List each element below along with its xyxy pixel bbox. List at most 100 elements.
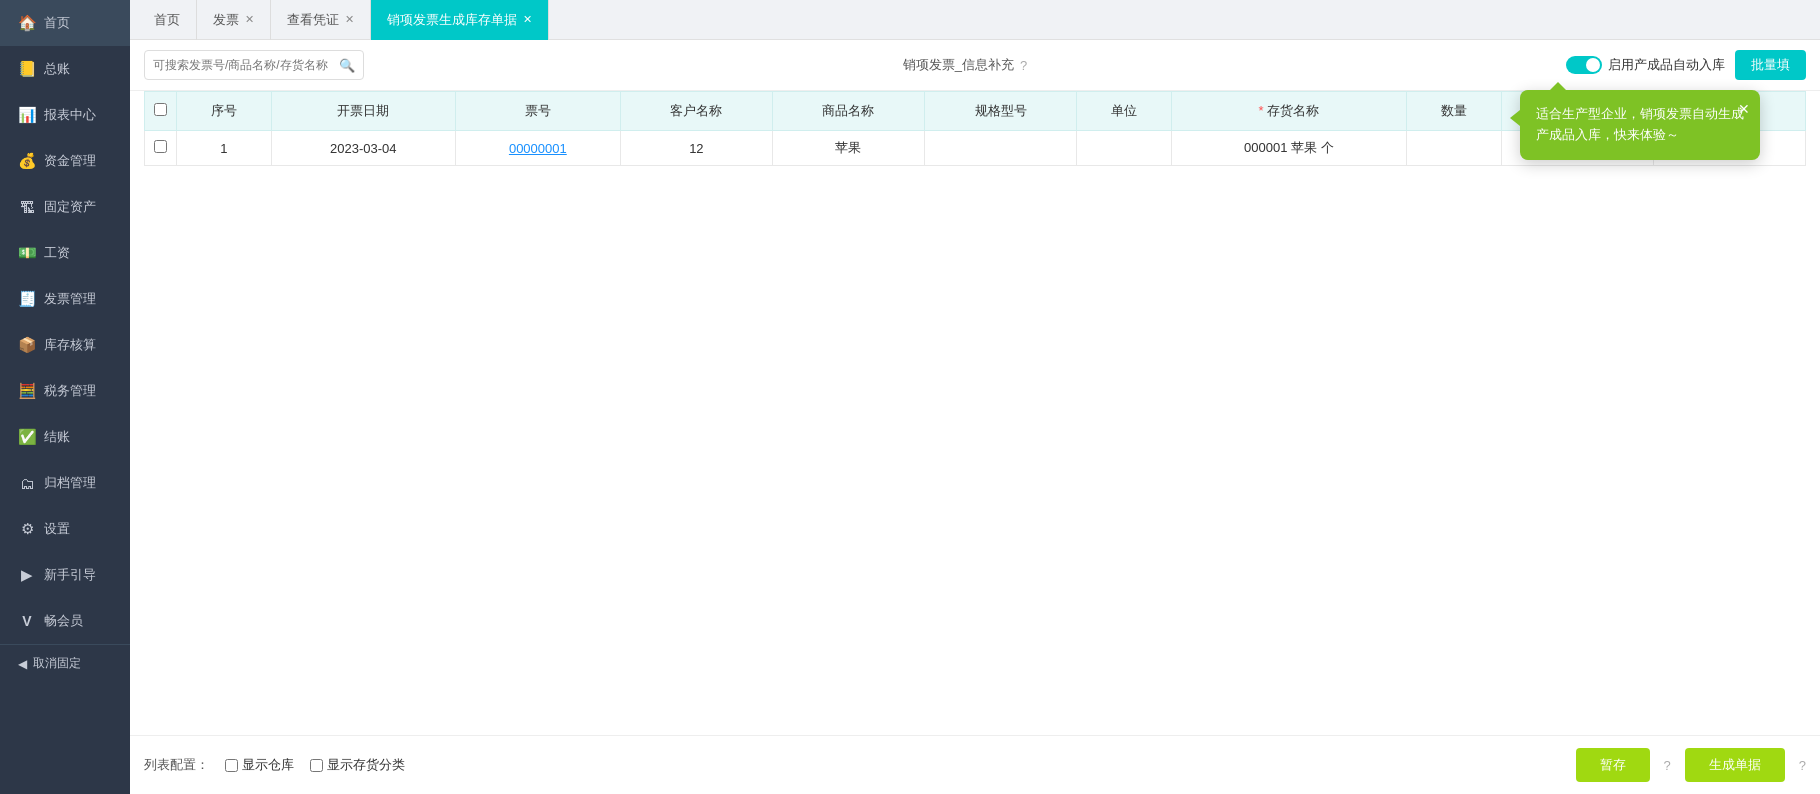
row-date: 2023-03-04	[271, 131, 455, 166]
batch-fill-button[interactable]: 批量填	[1735, 50, 1806, 80]
member-icon: V	[18, 613, 36, 629]
tab-cancel-invoice[interactable]: 销项发票生成库存单据 ✕	[371, 0, 549, 40]
row-product: 苹果	[772, 131, 924, 166]
tooltip-popup: ✕ 适合生产型企业，销项发票自动生成产成品入库，快来体验～	[1520, 90, 1760, 160]
sidebar-item-label: 总账	[44, 60, 70, 78]
save-button[interactable]: 暂存	[1576, 748, 1650, 782]
generate-info-icon[interactable]: ?	[1799, 758, 1806, 773]
header-checkbox-cell	[145, 92, 177, 131]
tooltip-arrow	[1510, 110, 1520, 126]
sidebar-item-label: 结账	[44, 428, 70, 446]
main-area: 首页 发票 ✕ 查看凭证 ✕ 销项发票生成库存单据 ✕ 🔍 销项发票_信息补充 …	[130, 0, 1820, 794]
tab-cancel-invoice-label: 销项发票生成库存单据	[387, 11, 517, 29]
tab-invoice-label: 发票	[213, 11, 239, 29]
ledger-icon: 📒	[18, 60, 36, 78]
sidebar-item-label: 首页	[44, 14, 70, 32]
invoice-icon: 🧾	[18, 290, 36, 308]
sidebar-item-inventory[interactable]: 📦 库存核算	[0, 322, 130, 368]
show-inventory-category-checkbox[interactable]	[310, 759, 323, 772]
sidebar-item-label: 固定资产	[44, 198, 96, 216]
row-checkbox-cell	[145, 131, 177, 166]
pin-icon: ◀	[18, 657, 27, 671]
tab-invoice[interactable]: 发票 ✕	[197, 0, 271, 40]
row-unit	[1077, 131, 1172, 166]
sidebar-item-label: 报表中心	[44, 106, 96, 124]
save-info-icon[interactable]: ?	[1664, 758, 1671, 773]
header-seq: 序号	[177, 92, 272, 131]
search-icon: 🔍	[339, 58, 355, 73]
tab-home[interactable]: 首页	[138, 0, 197, 40]
sidebar-item-label: 库存核算	[44, 336, 96, 354]
sidebar-item-label: 税务管理	[44, 382, 96, 400]
toggle-area: 启用产成品自动入库	[1566, 56, 1725, 74]
tab-view-voucher[interactable]: 查看凭证 ✕	[271, 0, 371, 40]
tabbar: 首页 发票 ✕ 查看凭证 ✕ 销项发票生成库存单据 ✕	[130, 0, 1820, 40]
sidebar-item-home[interactable]: 🏠 首页	[0, 0, 130, 46]
info-icon[interactable]: ?	[1020, 58, 1027, 73]
sidebar-item-label: 资金管理	[44, 152, 96, 170]
tab-view-voucher-close[interactable]: ✕	[345, 13, 354, 26]
fund-icon: 💰	[18, 152, 36, 170]
archive-icon: 🗂	[18, 475, 36, 492]
show-warehouse-checkbox[interactable]	[225, 759, 238, 772]
row-inventory: 000001 苹果 个	[1171, 131, 1406, 166]
header-customer: 客户名称	[620, 92, 772, 131]
select-all-checkbox[interactable]	[154, 103, 167, 116]
pin-button[interactable]: ◀ 取消固定	[0, 644, 130, 682]
header-unit: 单位	[1077, 92, 1172, 131]
settlement-icon: ✅	[18, 428, 36, 446]
row-quantity	[1406, 131, 1501, 166]
row-checkbox[interactable]	[154, 140, 167, 153]
row-spec	[925, 131, 1077, 166]
sidebar-item-label: 设置	[44, 520, 70, 538]
header-date: 开票日期	[271, 92, 455, 131]
sidebar-item-settings[interactable]: ⚙ 设置	[0, 506, 130, 552]
tooltip-text: 适合生产型企业，销项发票自动生成产成品入库，快来体验～	[1536, 106, 1744, 142]
sidebar-item-payroll[interactable]: 💵 工资	[0, 230, 130, 276]
sidebar-item-label: 畅会员	[44, 612, 83, 630]
sidebar-item-fund-management[interactable]: 💰 资金管理	[0, 138, 130, 184]
show-inventory-category-text: 显示存货分类	[327, 756, 405, 774]
sidebar-item-tax-management[interactable]: 🧮 税务管理	[0, 368, 130, 414]
toolbar-center: 销项发票_信息补充 ?	[374, 56, 1556, 74]
header-inventory: 存货名称	[1171, 92, 1406, 131]
header-number: 票号	[455, 92, 620, 131]
sidebar-item-new-guide[interactable]: ▶ 新手引导	[0, 552, 130, 598]
settings-icon: ⚙	[18, 520, 36, 538]
sidebar-item-member[interactable]: V 畅会员	[0, 598, 130, 644]
header-spec: 规格型号	[925, 92, 1077, 131]
toolbar: 🔍 销项发票_信息补充 ? 启用产成品自动入库 批量填 ✕ 适合生产型企业，销项…	[130, 40, 1820, 91]
show-warehouse-text: 显示仓库	[242, 756, 294, 774]
inventory-icon: 📦	[18, 336, 36, 354]
header-quantity: 数量	[1406, 92, 1501, 131]
row-customer: 12	[620, 131, 772, 166]
tab-invoice-close[interactable]: ✕	[245, 13, 254, 26]
home-icon: 🏠	[18, 14, 36, 32]
tooltip-close-button[interactable]: ✕	[1738, 98, 1750, 120]
sidebar-item-invoice-management[interactable]: 🧾 发票管理	[0, 276, 130, 322]
search-box[interactable]: 🔍	[144, 50, 364, 80]
show-inventory-category-label[interactable]: 显示存货分类	[310, 756, 405, 774]
search-input[interactable]	[153, 58, 339, 72]
sidebar-item-report-center[interactable]: 📊 报表中心	[0, 92, 130, 138]
sidebar: 🏠 首页 📒 总账 📊 报表中心 💰 资金管理 🏗 固定资产 💵 工资 🧾 发票…	[0, 0, 130, 794]
sidebar-item-label: 工资	[44, 244, 70, 262]
sidebar-item-label: 归档管理	[44, 474, 96, 492]
payroll-icon: 💵	[18, 244, 36, 262]
tax-icon: 🧮	[18, 382, 36, 400]
sidebar-item-general-ledger[interactable]: 📒 总账	[0, 46, 130, 92]
toggle-switch[interactable]	[1566, 56, 1602, 74]
table-container: 序号 开票日期 票号 客户名称 商品名称 规格型号 单位 存货名称 数量 销售单…	[130, 91, 1820, 735]
show-warehouse-label[interactable]: 显示仓库	[225, 756, 294, 774]
guide-icon: ▶	[18, 566, 36, 584]
sidebar-item-settlement[interactable]: ✅ 结账	[0, 414, 130, 460]
generate-button[interactable]: 生成单据	[1685, 748, 1785, 782]
row-number[interactable]: 00000001	[455, 131, 620, 166]
assets-icon: 🏗	[18, 199, 36, 216]
sidebar-item-label: 新手引导	[44, 566, 96, 584]
sidebar-item-archive-management[interactable]: 🗂 归档管理	[0, 460, 130, 506]
bottombar: 列表配置： 显示仓库 显示存货分类 暂存 ? 生成单据 ?	[130, 735, 1820, 794]
content-area: 🔍 销项发票_信息补充 ? 启用产成品自动入库 批量填 ✕ 适合生产型企业，销项…	[130, 40, 1820, 794]
sidebar-item-fixed-assets[interactable]: 🏗 固定资产	[0, 184, 130, 230]
tab-cancel-invoice-close[interactable]: ✕	[523, 13, 532, 26]
